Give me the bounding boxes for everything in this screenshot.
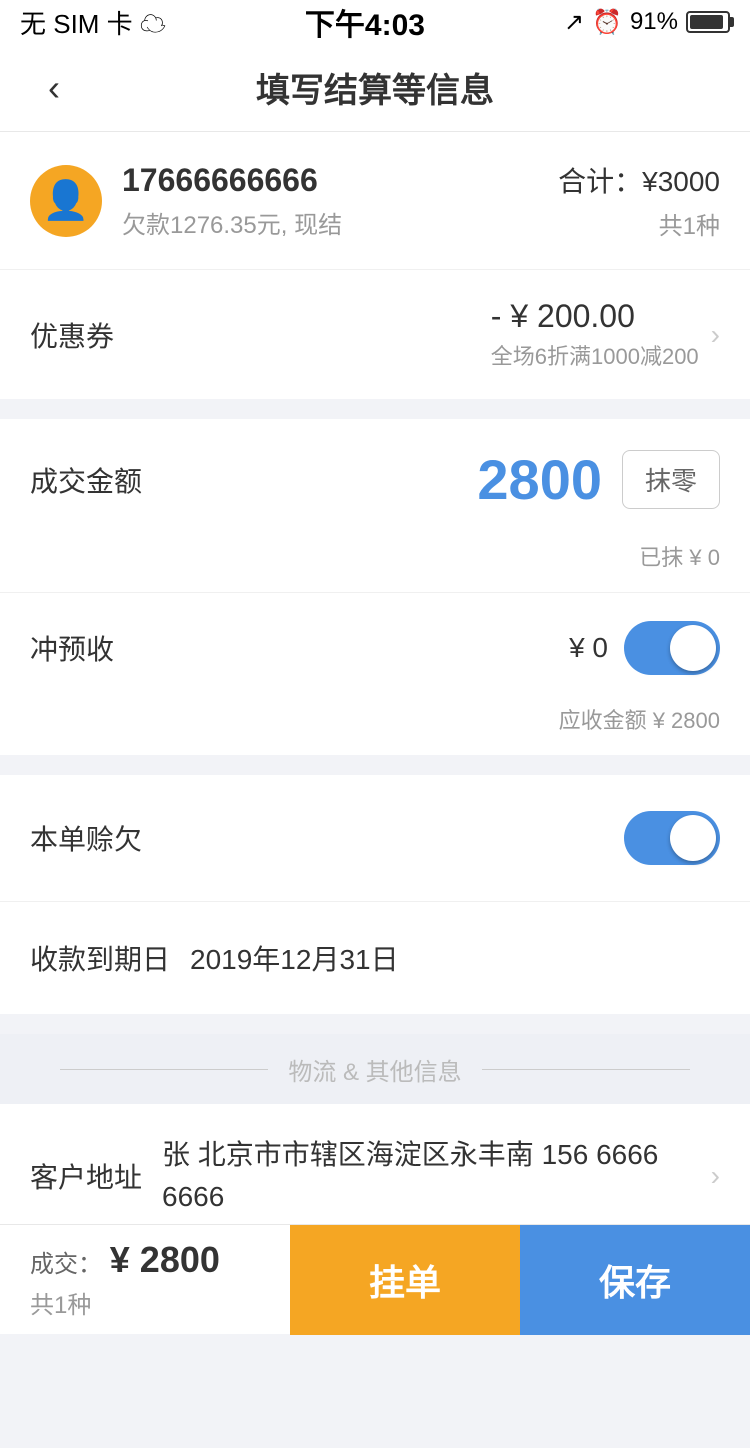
flush-row: 冲预收 ¥ 0 <box>0 592 750 703</box>
due-date-row: 收款到期日 2019年12月31日 <box>0 901 750 1014</box>
transaction-right: 2800 抹零 <box>477 447 720 512</box>
user-phone: 17666666666 <box>122 162 558 199</box>
due-date-label: 收款到期日 <box>30 938 170 978</box>
transaction-sub: 已抹 ¥ 0 <box>0 540 750 592</box>
back-button[interactable]: ‹ <box>24 58 84 118</box>
chevron-right-icon: › <box>711 319 720 351</box>
nav-bar: ‹ 填写结算等信息 <box>0 44 750 132</box>
coupon-right: - ¥ 200.00 全场6折满1000减200 › <box>491 298 720 371</box>
address-label: 客户地址 <box>30 1156 142 1196</box>
toggle-knob <box>670 625 716 671</box>
debt-section: 本单赊欠 收款到期日 2019年12月31日 <box>0 775 750 1014</box>
flush-sub: 应收金额 ¥ 2800 <box>0 703 750 755</box>
status-right: ↗ ⏰ 91% <box>564 8 730 37</box>
user-info: 17666666666 欠款1276.35元, 现结 <box>122 162 558 240</box>
avatar: 👤 <box>30 165 102 237</box>
battery-percent: 91% <box>630 8 678 36</box>
transaction-amount: 2800 <box>477 447 602 512</box>
coupon-discount: - ¥ 200.00 <box>491 298 699 335</box>
status-bar: 无 SIM 卡 ☁ 下午4:03 ↗ ⏰ 91% <box>0 0 750 44</box>
debt-row: 本单赊欠 <box>0 775 750 901</box>
coupon-row[interactable]: 优惠券 - ¥ 200.00 全场6折满1000减200 › <box>0 269 750 399</box>
user-icon: 👤 <box>42 179 89 223</box>
round-zero-button[interactable]: 抹零 <box>622 450 720 509</box>
transaction-row: 成交金额 2800 抹零 <box>0 419 750 540</box>
transaction-section: 成交金额 2800 抹零 已抹 ¥ 0 冲预收 ¥ 0 应收金额 ¥ 2800 <box>0 419 750 755</box>
coupon-desc: 全场6折满1000减200 <box>491 339 699 371</box>
debt-toggle-knob <box>670 815 716 861</box>
flush-toggle[interactable] <box>624 621 720 675</box>
total-amount: 合计：¥3000 <box>558 160 720 200</box>
footer-amount: ¥ 2800 <box>110 1239 220 1280</box>
debt-toggle[interactable] <box>624 811 720 865</box>
page-title: 填写结算等信息 <box>256 63 494 112</box>
location-icon: ↗ <box>564 8 584 37</box>
hold-order-button[interactable]: 挂单 <box>290 1225 520 1335</box>
battery-icon <box>686 11 730 33</box>
section-divider: 物流 & 其他信息 <box>0 1034 750 1104</box>
user-amount: 合计：¥3000 共1种 <box>558 160 720 241</box>
coupon-right-info: - ¥ 200.00 全场6折满1000减200 <box>491 298 699 371</box>
transaction-label: 成交金额 <box>30 460 142 500</box>
user-card: 👤 17666666666 欠款1276.35元, 现结 合计：¥3000 共1… <box>0 132 750 399</box>
chevron-right-icon: › <box>711 1160 720 1192</box>
flush-label: 冲预收 <box>30 628 114 668</box>
flush-right: ¥ 0 <box>569 621 720 675</box>
user-subtext: 欠款1276.35元, 现结 <box>122 205 558 240</box>
footer-amount-row: 成交： ¥ 2800 <box>30 1239 260 1281</box>
footer-prefix: 成交： <box>30 1251 102 1278</box>
footer: 成交： ¥ 2800 共1种 挂单 保存 <box>0 1224 750 1334</box>
footer-count: 共1种 <box>30 1285 260 1320</box>
alarm-icon: ⏰ <box>592 8 622 37</box>
status-left: 无 SIM 卡 ☁ <box>20 4 166 41</box>
no-sim-text: 无 SIM 卡 ☁ <box>20 4 166 41</box>
coupon-label: 优惠券 <box>30 315 114 355</box>
item-count: 共1种 <box>558 206 720 241</box>
debt-label: 本单赊欠 <box>30 818 142 858</box>
flush-amount: ¥ 0 <box>569 632 608 664</box>
footer-info: 成交： ¥ 2800 共1种 <box>0 1239 290 1320</box>
status-time: 下午4:03 <box>305 0 425 44</box>
address-value: 张 北京市市辖区海淀区永丰南 156 6666 6666 <box>162 1134 711 1218</box>
due-date-value: 2019年12月31日 <box>190 938 399 978</box>
save-button[interactable]: 保存 <box>520 1225 750 1335</box>
divider-text: 物流 & 其他信息 <box>268 1052 481 1087</box>
user-row: 👤 17666666666 欠款1276.35元, 现结 合计：¥3000 共1… <box>0 132 750 269</box>
